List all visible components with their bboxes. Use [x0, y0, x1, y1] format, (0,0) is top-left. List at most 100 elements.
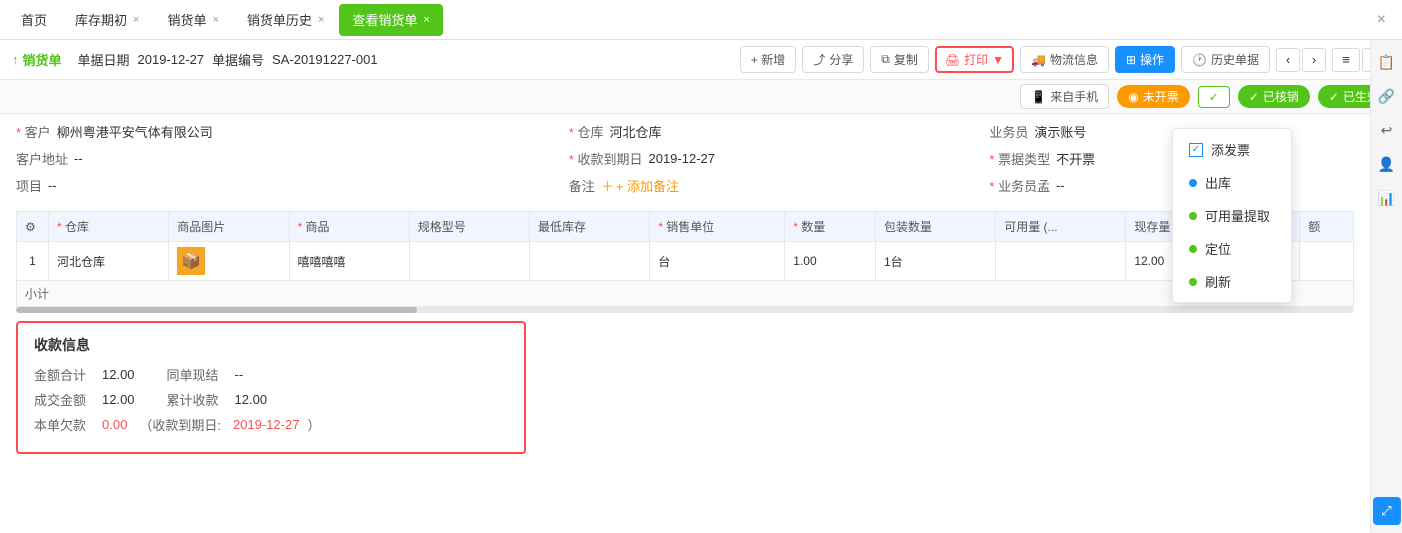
- row-qty: 1.00: [785, 242, 876, 281]
- history-button[interactable]: 🕐 历史单据: [1181, 46, 1270, 73]
- out-warehouse-label: 出库: [1205, 173, 1231, 192]
- staff-value: 演示账号: [1034, 122, 1154, 141]
- from-phone-button[interactable]: 📱 来自手机: [1020, 84, 1109, 109]
- tab-history-label: 销货单历史: [247, 10, 312, 29]
- locate-label: 定位: [1205, 239, 1231, 258]
- tab-view-close[interactable]: ×: [423, 14, 429, 26]
- sidebar-icon-undo[interactable]: ↩: [1373, 116, 1401, 144]
- from-phone-label: 来自手机: [1050, 88, 1098, 105]
- operate-button[interactable]: ⊞ 操作: [1115, 46, 1175, 73]
- same-order-field: 同单现结 --: [167, 365, 244, 384]
- sidebar-icon-link[interactable]: 🔗: [1373, 82, 1401, 110]
- logistics-label: 物流信息: [1050, 51, 1098, 68]
- row-product: 嘻嘻嘻嘻: [289, 242, 409, 281]
- tab-home-label: 首页: [21, 10, 47, 29]
- arrears-date: 2019-12-27: [233, 417, 300, 432]
- print-label: 打印: [964, 51, 988, 68]
- dot-green-icon-3: [1189, 278, 1197, 286]
- col-settings[interactable]: ⚙: [17, 212, 49, 242]
- subtotal-row: 小计: [17, 281, 1354, 307]
- project-label: 项目: [16, 176, 42, 195]
- ticket-type-value: 不开票: [1056, 149, 1176, 168]
- tab-bar: 首页 库存期初 × 销货单 × 销货单历史 × 查看销货单 × ×: [0, 0, 1402, 40]
- tab-inventory-close[interactable]: ×: [133, 14, 139, 26]
- arrears-value: 0.00: [102, 417, 127, 432]
- product-image: 📦: [177, 247, 205, 275]
- new-button[interactable]: + 新增: [740, 46, 796, 73]
- payment-row-3: 本单欠款 0.00 （收款到期日: 2019-12-27 ）: [34, 415, 508, 434]
- copy-icon: ⧉: [881, 52, 890, 67]
- tab-history-close[interactable]: ×: [318, 14, 324, 26]
- confirm-icon-btn[interactable]: ✓: [1198, 86, 1230, 108]
- not-open-button[interactable]: ◉ 未开票: [1117, 85, 1190, 108]
- scroll-indicator[interactable]: [16, 307, 1354, 313]
- arrears-note: （收款到期日:: [139, 415, 221, 434]
- total-label: 金额合计: [34, 365, 94, 384]
- dropdown-refresh[interactable]: 刷新: [1173, 265, 1291, 298]
- total-field: 金额合计 12.00: [34, 365, 135, 384]
- refresh-label: 刷新: [1205, 272, 1231, 291]
- data-table: ⚙ * 仓库 商品图片 * 商品 规格型号 最低库存 * 销售单位 * 数量 包…: [16, 211, 1354, 307]
- payment-date-label: 收款到期日: [569, 149, 643, 168]
- confirmed-button[interactable]: ✓ 已核销: [1238, 85, 1310, 108]
- total-value: 12.00: [102, 367, 135, 382]
- tab-home[interactable]: 首页: [8, 4, 60, 36]
- row-available: [996, 242, 1126, 281]
- customer-field: 客户 柳州粤港平安气体有限公司: [16, 122, 545, 141]
- tab-inventory-label: 库存期初: [75, 10, 127, 29]
- tab-sales-order[interactable]: 销货单 ×: [154, 4, 231, 36]
- list-view-button[interactable]: ≡: [1332, 48, 1360, 72]
- share-label: 分享: [829, 51, 853, 68]
- prev-button[interactable]: ‹: [1276, 48, 1300, 72]
- col-spec: 规格型号: [409, 212, 529, 242]
- available-pick-label: 可用量提取: [1205, 206, 1270, 225]
- print-icon: 🖨: [945, 53, 960, 67]
- history-label: 历史单据: [1211, 51, 1259, 68]
- note-label: 备注: [569, 176, 595, 195]
- window-close-button[interactable]: ×: [1369, 7, 1394, 33]
- table-header-row: ⚙ * 仓库 商品图片 * 商品 规格型号 最低库存 * 销售单位 * 数量 包…: [17, 212, 1354, 242]
- staff-label: 业务员: [989, 122, 1028, 141]
- dropdown-available-pick[interactable]: 可用量提取: [1173, 199, 1291, 232]
- next-button[interactable]: ›: [1302, 48, 1326, 72]
- dropdown-out-warehouse[interactable]: 出库: [1173, 166, 1291, 199]
- dropdown-add-invoice[interactable]: ✓ 添发票: [1173, 133, 1291, 166]
- project-field: 项目 --: [16, 176, 545, 195]
- arrears-label: 本单欠款: [34, 415, 94, 434]
- row-amount: [1300, 242, 1354, 281]
- dropdown-locate[interactable]: 定位: [1173, 232, 1291, 265]
- customer-label: 客户: [16, 122, 51, 141]
- sidebar-icon-expand[interactable]: ⤢: [1373, 497, 1401, 525]
- sidebar-icon-user[interactable]: 👤: [1373, 150, 1401, 178]
- copy-button[interactable]: ⧉ 复制: [870, 46, 929, 73]
- tab-sales-close[interactable]: ×: [212, 14, 218, 26]
- note-field: 备注 ＋ + 添加备注: [569, 176, 966, 195]
- print-arrow: ▼: [992, 53, 1004, 67]
- dot-green-icon-1: [1189, 212, 1197, 220]
- operate-icon: ⊞: [1126, 53, 1136, 67]
- cumulative-label: 累计收款: [167, 390, 227, 409]
- tab-sales-history[interactable]: 销货单历史 ×: [234, 4, 337, 36]
- sidebar-icon-clipboard[interactable]: 📋: [1373, 48, 1401, 76]
- address-field: 客户地址 --: [16, 149, 545, 168]
- history-icon: 🕐: [1192, 53, 1207, 67]
- toolbar-left: ↑ 销货单 单据日期 2019-12-27 单据编号 SA-20191227-0…: [12, 50, 732, 69]
- logistics-button[interactable]: 🚚 物流信息: [1020, 46, 1109, 73]
- add-note-button[interactable]: ＋ + 添加备注: [601, 176, 679, 195]
- toolbar-right: + 新增 ⤴ 分享 ⧉ 复制 🖨 打印 ▼ 🚚 物流信息: [740, 46, 1390, 73]
- no-value: SA-20191227-001: [272, 52, 378, 67]
- sidebar-icon-chart[interactable]: 📊: [1373, 184, 1401, 212]
- share-button[interactable]: ⤴ 分享: [802, 46, 864, 73]
- date-label: 单据日期: [78, 50, 130, 69]
- payment-section: 收款信息 金额合计 12.00 同单现结 -- 成交金额 12.00 累计收款: [16, 321, 526, 454]
- tab-inventory-init[interactable]: 库存期初 ×: [62, 4, 152, 36]
- tab-view-label: 查看销货单: [352, 10, 417, 29]
- payment-row-1: 金额合计 12.00 同单现结 --: [34, 365, 508, 384]
- print-button[interactable]: 🖨 打印 ▼: [935, 46, 1014, 73]
- payment-title: 收款信息: [34, 335, 508, 355]
- doc-title: ↑ 销货单: [12, 50, 62, 69]
- table-wrapper: ⚙ * 仓库 商品图片 * 商品 规格型号 最低库存 * 销售单位 * 数量 包…: [16, 211, 1354, 307]
- table-row: 1 河北仓库 📦 嘻嘻嘻嘻 台 1.00 1台 12.00 0.: [17, 242, 1354, 281]
- tab-view-sales[interactable]: 查看销货单 ×: [339, 4, 442, 36]
- warehouse-label: 仓库: [569, 122, 604, 141]
